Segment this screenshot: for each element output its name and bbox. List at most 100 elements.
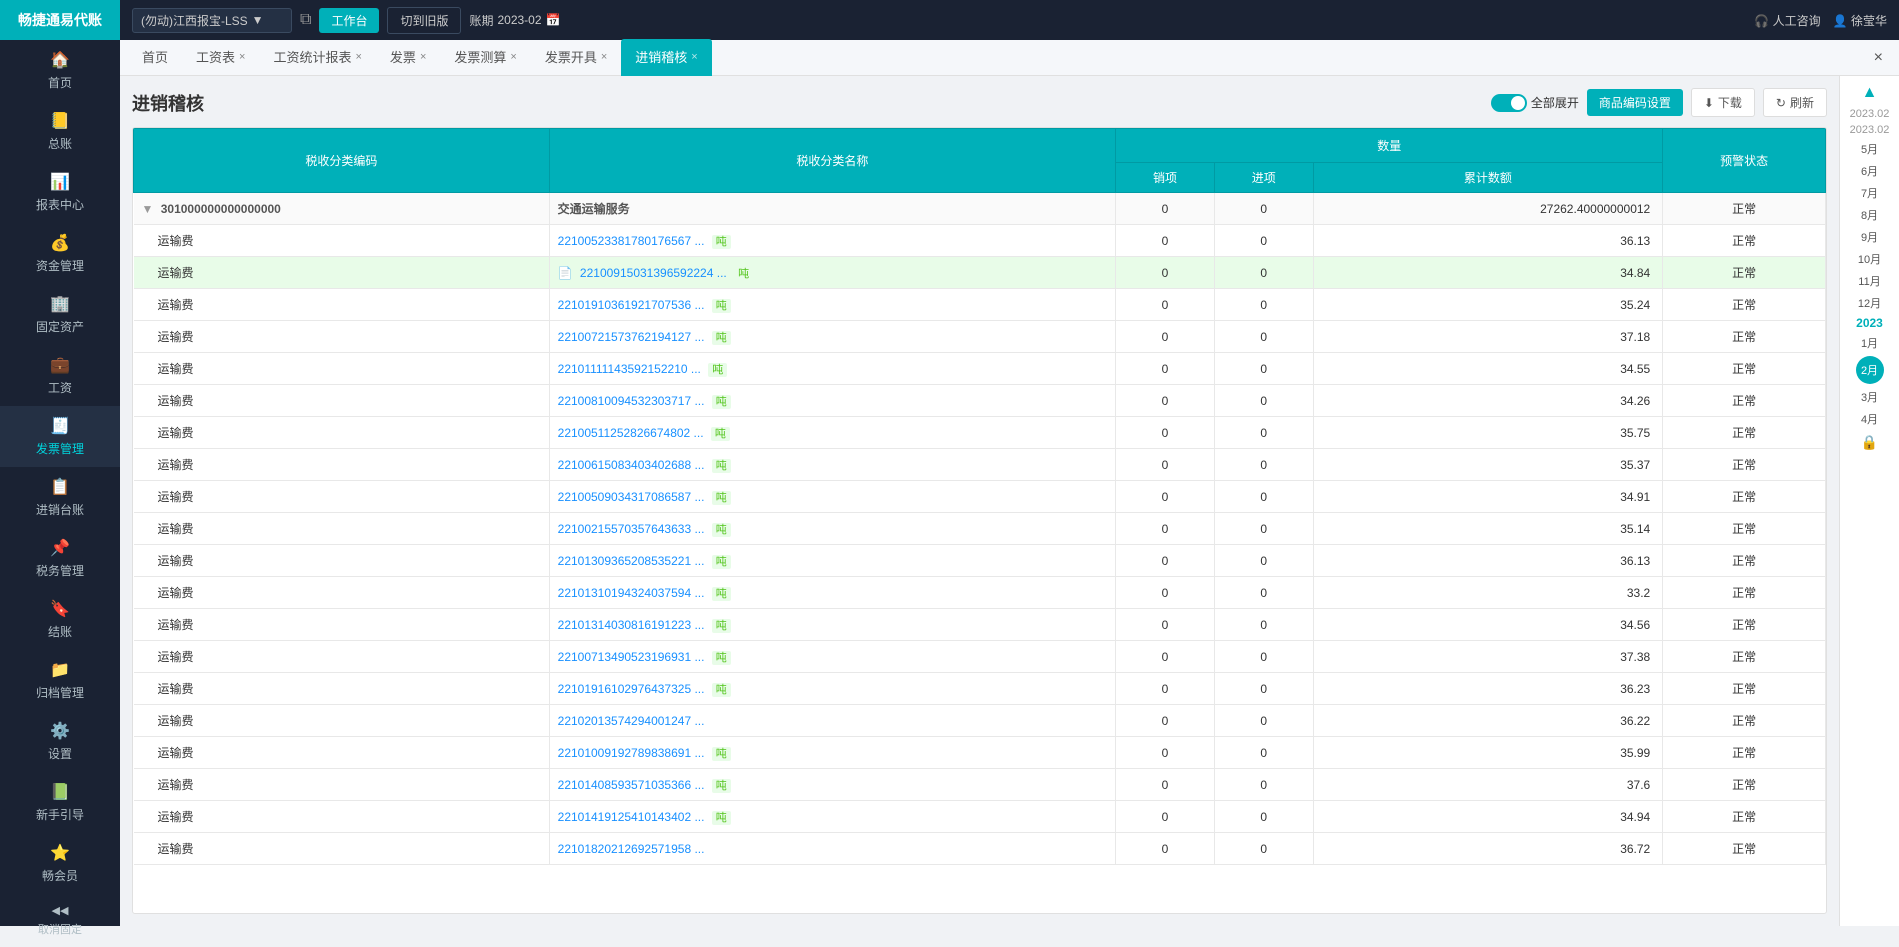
tab-salary-stats[interactable]: 工资统计报表 × (259, 39, 375, 76)
sidebar-item-settings[interactable]: ⚙️ 设置 (0, 711, 120, 772)
table-row[interactable]: 运输费 📄 221009150313965922​24 ... 吨 0 0 34… (134, 257, 1826, 289)
sidebar-item-home[interactable]: 🏠 首页 (0, 40, 120, 101)
col-header-qty: 数量 (1116, 129, 1663, 163)
tab-invoice-open[interactable]: 发票开具 × (531, 39, 621, 76)
tab-salary[interactable]: 工资表 × (182, 39, 259, 76)
sidebar-item-salary[interactable]: 💼 工资 (0, 345, 120, 406)
sidebar-item-member[interactable]: ⭐ 畅会员 (0, 833, 120, 894)
support-btn[interactable]: 🎧 人工咨询 (1754, 12, 1820, 29)
sidebar-item-label: 总账 (48, 135, 72, 152)
item-status: 正常 (1663, 609, 1826, 641)
item-purchase: 0 (1214, 385, 1313, 417)
item-name: 运输费 (134, 641, 550, 673)
table-row[interactable]: 运输费 221007134905231969​31 ... 吨 0 0 37.3… (134, 641, 1826, 673)
sidebar-item-purchase[interactable]: 📋 进销台账 (0, 467, 120, 528)
group-name: 交通运输服务 (549, 193, 1116, 225)
refresh-btn[interactable]: ↻ 刷新 (1763, 88, 1827, 117)
panel-month-8[interactable]: 8月 (1840, 204, 1899, 226)
download-btn[interactable]: ⬇ 下载 (1691, 88, 1755, 117)
tab-close-icon[interactable]: × (355, 51, 361, 63)
sidebar-item-label: 报表中心 (36, 196, 84, 213)
item-name: 运输费 (134, 609, 550, 641)
topbar-right: 🎧 人工咨询 👤 徐莹华 (1754, 12, 1887, 29)
tab-close-icon[interactable]: × (239, 51, 245, 63)
item-invoice: 221007134905231969​31 ... 吨 (549, 641, 1116, 673)
close-all-tabs-btn[interactable]: × (1866, 49, 1891, 67)
table-row[interactable]: 运输费 221014191254101434​02 ... 吨 0 0 34.9… (134, 801, 1826, 833)
switch-btn[interactable]: 切到旧版 (387, 7, 461, 34)
table-row[interactable]: 运输费 221013101943240375​94 ... 吨 0 0 33.2… (134, 577, 1826, 609)
sidebar-item-invoice-mgmt[interactable]: 🧾 发票管理 (0, 406, 120, 467)
panel-month-9[interactable]: 9月 (1840, 226, 1899, 248)
item-sales: 0 (1116, 545, 1215, 577)
item-cumulative: 35.75 (1313, 417, 1663, 449)
sidebar-item-fund[interactable]: 💰 资金管理 (0, 223, 120, 284)
sidebar-item-tax[interactable]: 📌 税务管理 (0, 528, 120, 589)
sidebar-pin-toggle[interactable]: ◀◀ 取消固定 (0, 894, 120, 947)
table-row[interactable]: 运输费 221013140308161912​23 ... 吨 0 0 34.5… (134, 609, 1826, 641)
toggle-switch[interactable] (1491, 94, 1527, 112)
sidebar-item-report[interactable]: 📊 报表中心 (0, 162, 120, 223)
item-status: 正常 (1663, 385, 1826, 417)
sidebar-item-label: 畅会员 (42, 867, 78, 884)
tab-close-icon[interactable]: × (420, 51, 426, 63)
tab-close-icon[interactable]: × (601, 51, 607, 63)
sidebar-item-guide[interactable]: 📗 新手引导 (0, 772, 120, 833)
item-cumulative: 34.55 (1313, 353, 1663, 385)
table-row[interactable]: 运输费 221014085935710353​66 ... 吨 0 0 37.6… (134, 769, 1826, 801)
panel-month-12[interactable]: 12月 (1840, 292, 1899, 314)
calendar-icon[interactable]: 📅 (546, 13, 561, 27)
panel-month-3[interactable]: 3月 (1840, 386, 1899, 408)
sidebar-item-assets[interactable]: 🏢 固定资产 (0, 284, 120, 345)
item-name: 运输费 (134, 225, 550, 257)
tab-invoice[interactable]: 发票 × (376, 39, 440, 76)
panel-month-6[interactable]: 6月 (1840, 160, 1899, 182)
sidebar-item-archive[interactable]: 📁 归档管理 (0, 650, 120, 711)
table-row[interactable]: ▼ 301000000000000000 交通运输服务 0 0 27262.40… (134, 193, 1826, 225)
table-row[interactable]: 运输费 221005233817801765​67 ... 吨 0 0 36.1… (134, 225, 1826, 257)
table-row[interactable]: 运输费 221011111435921522​10 ... 吨 0 0 34.5… (134, 353, 1826, 385)
tab-label: 发票 (390, 47, 416, 66)
table-row[interactable]: 运输费 221018202126925719​58 ... 0 0 36.72 … (134, 833, 1826, 865)
table-row[interactable]: 运输费 221006150834034026​88 ... 吨 0 0 35.3… (134, 449, 1826, 481)
item-sales: 0 (1116, 705, 1215, 737)
table-row[interactable]: 运输费 221013093652085352​21 ... 吨 0 0 36.1… (134, 545, 1826, 577)
table-row[interactable]: 运输费 221010091927898386​91 ... 吨 0 0 35.9… (134, 737, 1826, 769)
tab-jxsr[interactable]: 进销稽核 × (621, 39, 711, 76)
table-row[interactable]: 运输费 221005090343170865​87 ... 吨 0 0 34.9… (134, 481, 1826, 513)
item-status: 正常 (1663, 577, 1826, 609)
ledger-icon: 📒 (50, 111, 70, 131)
company-selector[interactable]: (勿动)江西报宝-LSS ▼ (132, 8, 292, 33)
table-row[interactable]: 运输费 221008100945323037​17 ... 吨 0 0 34.2… (134, 385, 1826, 417)
copy-icon[interactable]: ⧉ (300, 11, 311, 29)
table-row[interactable]: 运输费 221005112528266748​02 ... 吨 0 0 35.7… (134, 417, 1826, 449)
panel-month-11[interactable]: 11月 (1840, 270, 1899, 292)
tab-invoice-calc[interactable]: 发票测算 × (440, 39, 530, 76)
table-row[interactable]: 运输费 221019161029764373​25 ... 吨 0 0 36.2… (134, 673, 1826, 705)
panel-month-4[interactable]: 4月 (1840, 408, 1899, 430)
panel-month-10[interactable]: 10月 (1840, 248, 1899, 270)
settings-btn[interactable]: 商品编码设置 (1587, 89, 1683, 116)
item-invoice: 221006150834034026​88 ... 吨 (549, 449, 1116, 481)
sidebar-item-ledger[interactable]: 📒 总账 (0, 101, 120, 162)
table-row[interactable]: 运输费 221002155703576436​33 ... 吨 0 0 35.1… (134, 513, 1826, 545)
panel-scroll-up[interactable]: ▲ (1840, 80, 1899, 106)
panel-month-5[interactable]: 5月 (1840, 138, 1899, 160)
workbench-button[interactable]: 工作台 (319, 8, 379, 33)
panel-month-7[interactable]: 7月 (1840, 182, 1899, 204)
table-row[interactable]: 运输费 221007215737621941​27 ... 吨 0 0 37.1… (134, 321, 1826, 353)
tab-home[interactable]: 首页 (128, 39, 182, 76)
item-invoice: 221005233817801765​67 ... 吨 (549, 225, 1116, 257)
panel-month-2-active[interactable]: 2月 (1856, 356, 1884, 384)
expand-icon[interactable]: ▼ (142, 202, 157, 216)
panel-month-1[interactable]: 1月 (1840, 332, 1899, 354)
item-cumulative: 34.91 (1313, 481, 1663, 513)
sidebar-item-settle[interactable]: 🔖 结账 (0, 589, 120, 650)
tab-close-icon[interactable]: × (510, 51, 516, 63)
expand-toggle[interactable]: 全部展开 (1491, 94, 1579, 112)
table-row[interactable]: 运输费 221020135742940012​47 ... 0 0 36.22 … (134, 705, 1826, 737)
table-row[interactable]: 运输费 221019103619217075​36 ... 吨 0 0 35.2… (134, 289, 1826, 321)
user-avatar[interactable]: 👤 徐莹华 (1833, 12, 1887, 29)
tab-close-icon[interactable]: × (691, 51, 697, 63)
item-status: 正常 (1663, 289, 1826, 321)
